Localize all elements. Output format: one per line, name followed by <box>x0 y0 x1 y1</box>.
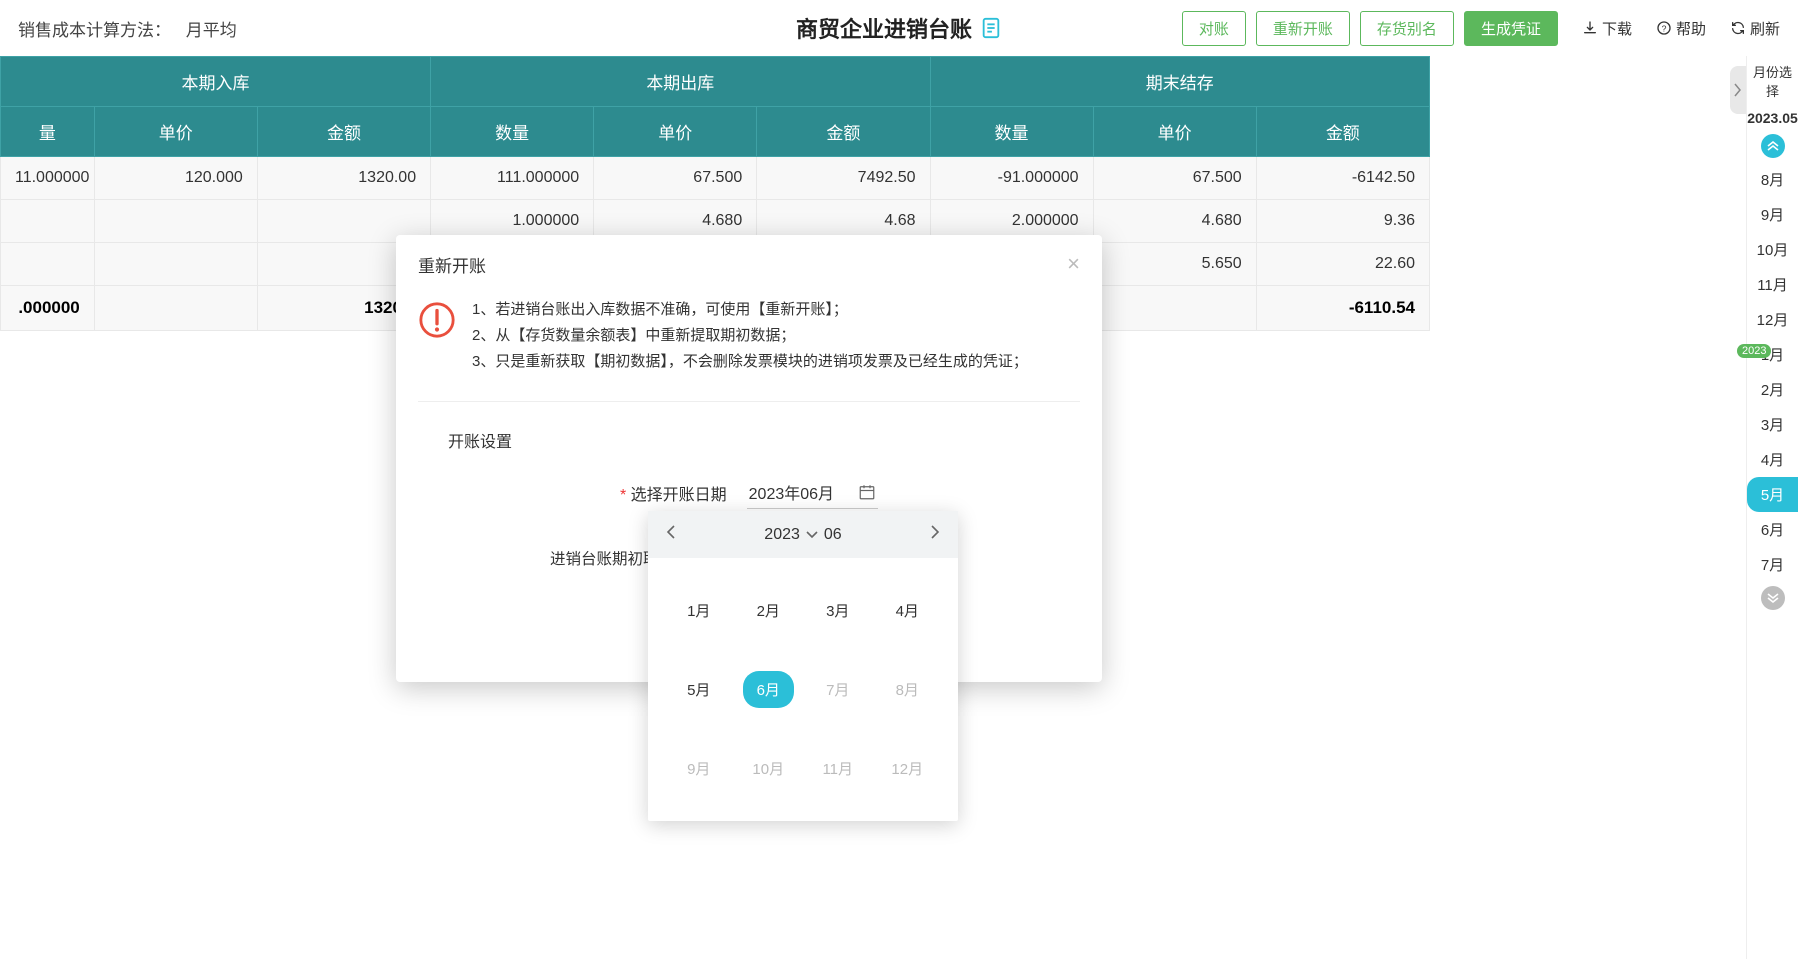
modal-notice: 1、若进销台账出入库数据不准确，可使用【重新开账】； 2、从【存货数量余额表】中… <box>418 291 1080 402</box>
month-cell-label: 7月 <box>812 671 863 708</box>
modal-header: 重新开账 × <box>396 235 1102 291</box>
notice-line-2: 2、从【存货数量余额表】中重新提取期初数据； <box>472 323 1028 349</box>
month-cell-label: 3月 <box>812 592 863 629</box>
picker-year-value: 2023 <box>764 526 800 544</box>
month-cell-label: 1月 <box>673 592 724 629</box>
month-cell-label: 5月 <box>673 671 724 708</box>
date-value: 2023年06月 <box>749 480 834 504</box>
month-cell: 12月 <box>873 750 943 787</box>
section-label: 开账设置 <box>418 402 1080 472</box>
month-cell[interactable]: 1月 <box>664 592 734 629</box>
month-cell: 11月 <box>803 750 873 787</box>
month-cell: 8月 <box>873 671 943 708</box>
date-label: 选择开账日期 <box>620 481 727 505</box>
month-cell[interactable]: 5月 <box>664 671 734 708</box>
year-selector[interactable]: 2023 06 <box>764 526 841 544</box>
warning-icon <box>418 301 456 339</box>
month-cell-label: 10月 <box>738 750 798 787</box>
notice-line-3: 3、只是重新获取【期初数据】，不会删除发票模块的进销项发票及已经生成的凭证； <box>472 349 1028 375</box>
month-cell-label: 11月 <box>808 750 867 787</box>
month-picker: 2023 06 1月 2月 3月 4月 5月 6月 7月 8月 9月 10月 11月 12月 <box>648 511 958 821</box>
calendar-icon <box>858 483 876 501</box>
notice-line-1: 1、若进销台账出入库数据不准确，可使用【重新开账】； <box>472 297 1028 323</box>
month-cell-label: 9月 <box>673 750 724 787</box>
chevron-right-icon <box>930 525 940 539</box>
month-picker-header: 2023 06 <box>648 511 958 558</box>
month-cell-label: 8月 <box>882 671 933 708</box>
month-cell: 7月 <box>803 671 873 708</box>
chevron-left-icon <box>666 525 676 539</box>
notice-text: 1、若进销台账出入库数据不准确，可使用【重新开账】； 2、从【存货数量余额表】中… <box>472 297 1028 375</box>
picker-month-value: 06 <box>824 526 842 544</box>
next-year-button[interactable] <box>930 525 940 544</box>
month-cell[interactable]: 4月 <box>873 592 943 629</box>
date-input[interactable]: 2023年06月 <box>747 476 878 509</box>
month-cell[interactable]: 6月 <box>734 671 804 708</box>
modal-title: 重新开账 <box>418 252 486 277</box>
month-cell: 10月 <box>734 750 804 787</box>
month-cell-label: 4月 <box>882 592 933 629</box>
month-cell-label: 2月 <box>743 592 794 629</box>
month-cell-label: 6月 <box>743 671 794 708</box>
prev-year-button[interactable] <box>666 525 676 544</box>
chevron-down-icon <box>806 531 818 539</box>
month-cell[interactable]: 3月 <box>803 592 873 629</box>
month-cell: 9月 <box>664 750 734 787</box>
month-cell[interactable]: 2月 <box>734 592 804 629</box>
month-picker-grid: 1月 2月 3月 4月 5月 6月 7月 8月 9月 10月 11月 12月 <box>648 558 958 821</box>
modal-close-button[interactable]: × <box>1067 251 1080 277</box>
month-cell-label: 12月 <box>877 750 937 787</box>
